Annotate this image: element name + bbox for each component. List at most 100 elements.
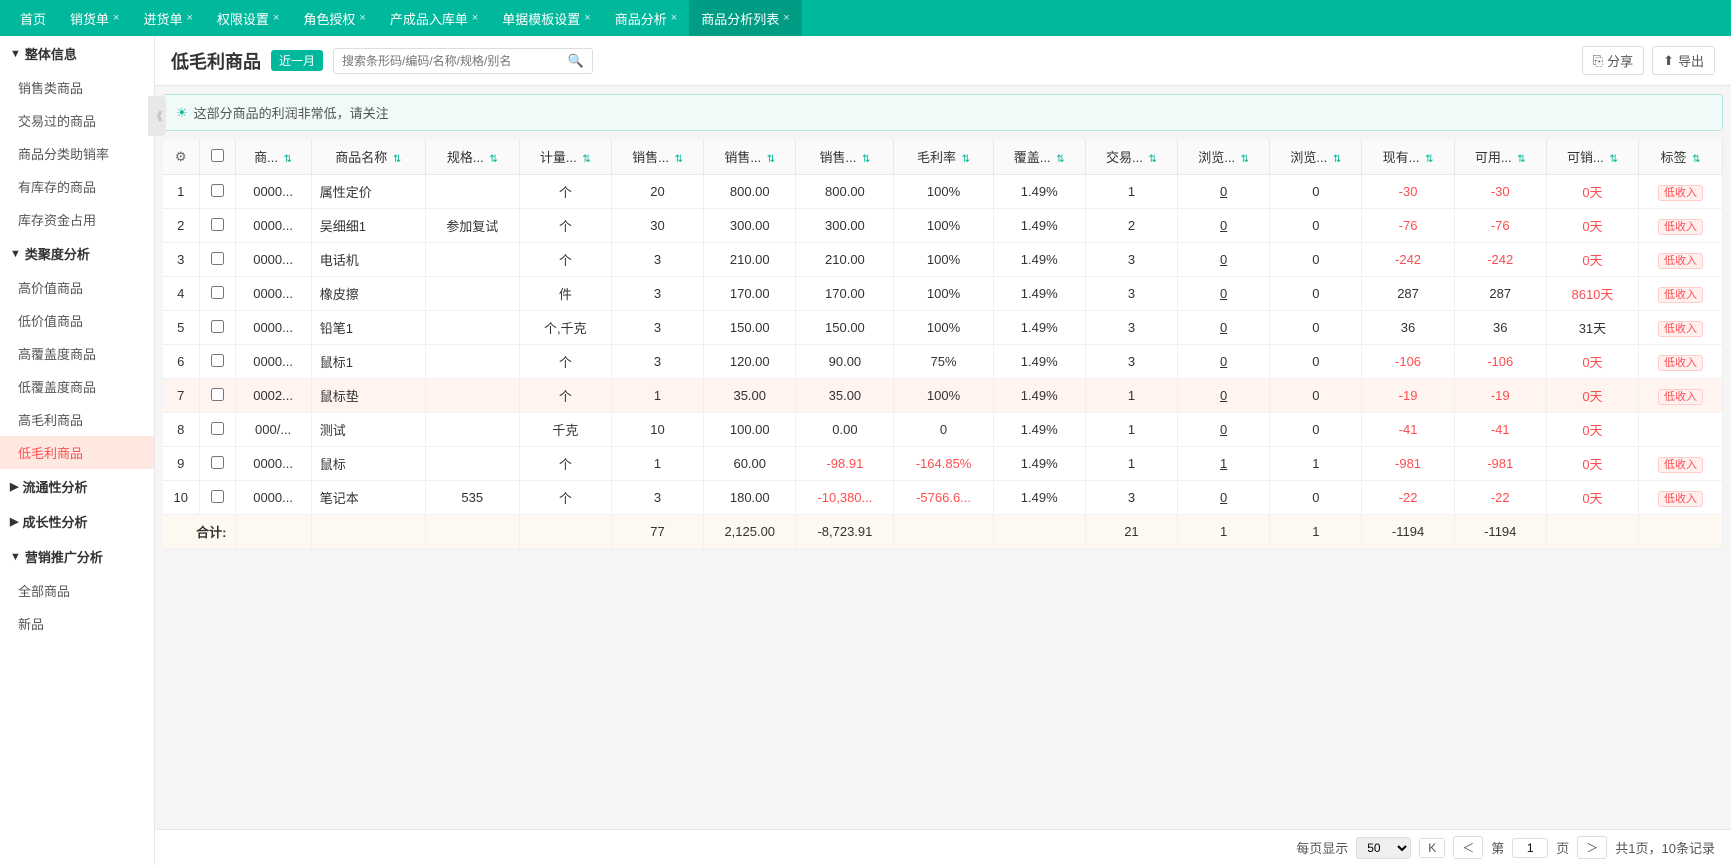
sidebar-item-stock-capital[interactable]: 库存资金占用	[0, 203, 154, 236]
th-code[interactable]: 商... ⇅	[235, 139, 311, 175]
sidebar-item-low-value[interactable]: 低价值商品	[0, 304, 154, 337]
sidebar-item-new-goods[interactable]: 新品	[0, 607, 154, 640]
nav-permission[interactable]: 权限设置 ×	[205, 0, 291, 36]
sidebar-section-flow[interactable]: ▶ 流通性分析	[0, 469, 154, 504]
row-checkbox[interactable]	[211, 218, 224, 231]
date-badge[interactable]: 近一月	[271, 50, 323, 71]
cell-avail: 36	[1454, 311, 1546, 345]
sidebar-item-low-margin[interactable]: 低毛利商品	[0, 436, 154, 469]
close-sales-icon[interactable]: ×	[113, 12, 119, 24]
th-settings[interactable]: ⚙	[163, 139, 199, 175]
th-name[interactable]: 商品名称 ⇅	[311, 139, 425, 175]
prev-page-button[interactable]: ＜	[1453, 836, 1483, 859]
sidebar-section-cluster[interactable]: ▼ 类聚度分析	[0, 236, 154, 271]
share-button[interactable]: ⎘ 分享	[1582, 46, 1644, 75]
th-margin[interactable]: 毛利率 ⇅	[894, 139, 993, 175]
cell-rate2: 1.49%	[993, 481, 1085, 515]
sidebar-item-traded-goods[interactable]: 交易过的商品	[0, 104, 154, 137]
nav-template[interactable]: 单据模板设置 ×	[490, 0, 602, 36]
th-browse2[interactable]: 浏览... ⇅	[1270, 139, 1362, 175]
cell-checkbox[interactable]	[199, 345, 235, 379]
cell-checkbox[interactable]	[199, 447, 235, 481]
nav-role[interactable]: 角色授权 ×	[291, 0, 377, 36]
sidebar-section-overall[interactable]: ▼ 整体信息	[0, 36, 154, 71]
sidebar-item-sales-goods[interactable]: 销售类商品	[0, 71, 154, 104]
cell-rate2: 1.49%	[993, 209, 1085, 243]
th-unit[interactable]: 计量... ⇅	[519, 139, 611, 175]
nav-purchase[interactable]: 进货单 ×	[131, 0, 204, 36]
th-browse1[interactable]: 浏览... ⇅	[1178, 139, 1270, 175]
sidebar-collapse-button[interactable]: 《	[148, 96, 166, 136]
row-checkbox[interactable]	[211, 456, 224, 469]
th-sale1[interactable]: 销售... ⇅	[611, 139, 703, 175]
search-icon[interactable]: 🔍	[568, 53, 584, 69]
sidebar-item-category-rate[interactable]: 商品分类助销率	[0, 137, 154, 170]
cell-s3: -98.91	[796, 447, 894, 481]
nav-product-analysis-list[interactable]: 商品分析列表 ×	[689, 0, 801, 36]
th-tag[interactable]: 标签 ⇅	[1639, 139, 1723, 175]
sidebar-item-low-coverage[interactable]: 低覆盖度商品	[0, 370, 154, 403]
nav-product-analysis[interactable]: 商品分析 ×	[603, 0, 689, 36]
sidebar-section-growth[interactable]: ▶ 成长性分析	[0, 504, 154, 539]
th-coverage[interactable]: 覆盖... ⇅	[993, 139, 1085, 175]
select-all-checkbox[interactable]	[211, 149, 224, 162]
total-t1: 21	[1085, 515, 1177, 549]
row-checkbox[interactable]	[211, 286, 224, 299]
row-checkbox[interactable]	[211, 490, 224, 503]
nav-home[interactable]: 首页	[8, 0, 58, 36]
close-permission-icon[interactable]: ×	[273, 12, 279, 24]
th-saleable[interactable]: 可销... ⇅	[1546, 139, 1638, 175]
row-checkbox[interactable]	[211, 388, 224, 401]
close-purchase-icon[interactable]: ×	[186, 12, 192, 24]
cell-s3: -10,380...	[796, 481, 894, 515]
sidebar-item-high-coverage[interactable]: 高覆盖度商品	[0, 337, 154, 370]
search-input[interactable]	[342, 54, 564, 68]
close-product-entry-icon[interactable]: ×	[472, 12, 478, 24]
per-page-select[interactable]: 50 100 200	[1356, 837, 1411, 859]
row-checkbox[interactable]	[211, 320, 224, 333]
cell-checkbox[interactable]	[199, 209, 235, 243]
export-button[interactable]: ⬆ 导出	[1652, 46, 1715, 75]
th-available[interactable]: 可用... ⇅	[1454, 139, 1546, 175]
page-number-input[interactable]	[1512, 838, 1548, 858]
cell-b1: 0	[1178, 379, 1270, 413]
sidebar-section-marketing[interactable]: ▼ 营销推广分析	[0, 539, 154, 574]
th-checkbox[interactable]	[199, 139, 235, 175]
nav-sales[interactable]: 销货单 ×	[58, 0, 131, 36]
sidebar-item-high-value[interactable]: 高价值商品	[0, 271, 154, 304]
th-trade[interactable]: 交易... ⇅	[1085, 139, 1177, 175]
search-box[interactable]: 🔍	[333, 48, 593, 74]
cell-s1: 1	[611, 447, 703, 481]
close-template-icon[interactable]: ×	[584, 12, 590, 24]
row-checkbox[interactable]	[211, 252, 224, 265]
first-page-button[interactable]: K	[1419, 838, 1445, 858]
cell-code: 0000...	[235, 209, 311, 243]
sort-icon-trade: ⇅	[1148, 154, 1156, 165]
sidebar-item-in-stock[interactable]: 有库存的商品	[0, 170, 154, 203]
cell-checkbox[interactable]	[199, 413, 235, 447]
close-role-icon[interactable]: ×	[359, 12, 365, 24]
cell-checkbox[interactable]	[199, 311, 235, 345]
next-page-button[interactable]: ＞	[1577, 836, 1607, 859]
cell-sale-days: 0天	[1546, 481, 1638, 515]
row-checkbox[interactable]	[211, 422, 224, 435]
settings-icon[interactable]: ⚙	[175, 149, 187, 164]
th-current[interactable]: 现有... ⇅	[1362, 139, 1454, 175]
cell-checkbox[interactable]	[199, 277, 235, 311]
sidebar-item-high-margin[interactable]: 高毛利商品	[0, 403, 154, 436]
sidebar-item-all-goods[interactable]: 全部商品	[0, 574, 154, 607]
nav-product-entry[interactable]: 产成品入库单 ×	[378, 0, 490, 36]
cell-cur: -22	[1362, 481, 1454, 515]
close-analysis-list-icon[interactable]: ×	[783, 12, 789, 24]
cell-checkbox[interactable]	[199, 481, 235, 515]
row-checkbox[interactable]	[211, 354, 224, 367]
th-spec[interactable]: 规格... ⇅	[425, 139, 519, 175]
close-analysis-icon[interactable]: ×	[671, 12, 677, 24]
cell-checkbox[interactable]	[199, 175, 235, 209]
th-sale3[interactable]: 销售... ⇅	[796, 139, 894, 175]
sidebar-section-marketing-label: 营销推广分析	[25, 547, 103, 566]
cell-checkbox[interactable]	[199, 379, 235, 413]
row-checkbox[interactable]	[211, 184, 224, 197]
th-sale2[interactable]: 销售... ⇅	[704, 139, 796, 175]
cell-checkbox[interactable]	[199, 243, 235, 277]
